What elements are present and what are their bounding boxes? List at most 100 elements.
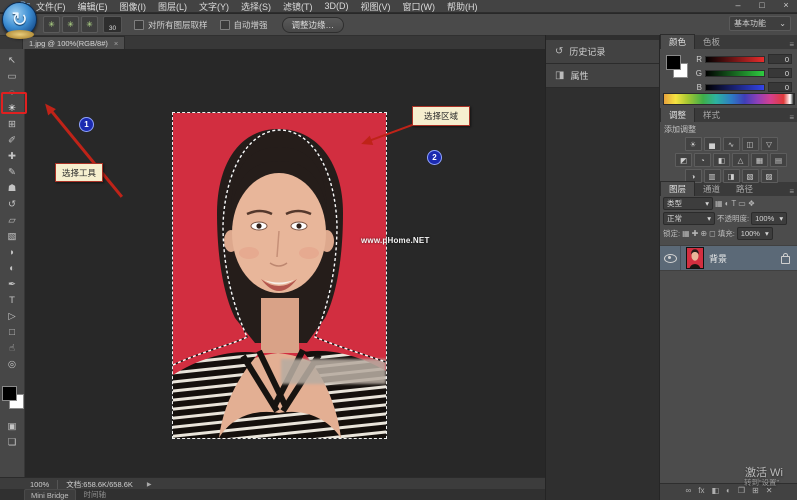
type-tool[interactable]: T [3, 292, 22, 308]
lock-transparency-icon[interactable]: ▦ [682, 229, 690, 238]
blue-slider[interactable] [705, 83, 765, 91]
healing-brush-tool[interactable]: ✚ [3, 148, 22, 164]
adjustment-layer-icon[interactable]: ◐ [726, 486, 731, 495]
hue-saturation-icon[interactable]: ◩ [675, 153, 692, 167]
eyedropper-tool[interactable]: ✐ [3, 132, 22, 148]
tab-layers[interactable]: 图层 [660, 181, 696, 196]
gradient-map-icon[interactable]: ▧ [741, 169, 759, 183]
pen-tool[interactable]: ✒ [3, 276, 22, 292]
tab-swatches[interactable]: 色板 [695, 35, 728, 49]
timeline-button[interactable]: 时间轴 [84, 489, 107, 500]
panel-menu-icon[interactable]: ≡ [789, 113, 797, 122]
filter-type-icon[interactable]: T [731, 199, 736, 208]
layer-mask-icon[interactable]: ◧ [711, 486, 719, 495]
foreground-color-swatch[interactable] [2, 386, 17, 401]
path-selection-tool[interactable]: ▷ [3, 308, 22, 324]
exposure-icon[interactable]: ◫ [741, 137, 759, 151]
background-layer-row[interactable]: 背景 [660, 245, 797, 271]
curves-icon[interactable]: ∿ [722, 137, 740, 151]
photo-document[interactable] [172, 112, 387, 439]
black-white-icon[interactable]: ◧ [713, 153, 730, 167]
filter-kind-dropdown[interactable]: 类型 ▾ [663, 197, 713, 210]
layer-visibility-toggle[interactable] [660, 246, 681, 270]
menu-image[interactable]: 图像(I) [114, 0, 153, 13]
foreground-color-swatch-panel[interactable] [666, 55, 681, 70]
sample-all-layers-checkbox[interactable] [134, 19, 144, 30]
channel-mixer-icon[interactable]: ▦ [751, 153, 768, 167]
photo-filter-icon[interactable]: △ [732, 153, 749, 167]
menu-type[interactable]: 文字(Y) [193, 0, 235, 13]
history-brush-tool[interactable]: ↺ [3, 196, 22, 212]
tab-color[interactable]: 颜色 [660, 34, 696, 49]
filter-smart-object-icon[interactable]: ❖ [748, 199, 755, 208]
lock-pixels-icon[interactable]: ✚ [692, 229, 699, 238]
posterize-icon[interactable]: ▥ [703, 169, 721, 183]
blur-tool[interactable]: ◗ [3, 244, 22, 260]
screen-mode-button[interactable]: ❏ [3, 434, 22, 450]
menu-window[interactable]: 窗口(W) [397, 0, 442, 13]
color-spectrum-bar[interactable] [663, 93, 795, 105]
red-slider[interactable] [705, 55, 765, 63]
zoom-level-field[interactable]: 100% [30, 480, 49, 489]
hand-tool[interactable]: ☝ [3, 340, 22, 356]
eraser-tool[interactable]: ▱ [3, 212, 22, 228]
tab-adjustments[interactable]: 调整 [660, 107, 696, 122]
minimize-button[interactable]: – [731, 0, 745, 10]
menu-select[interactable]: 选择(S) [235, 0, 277, 13]
panel-menu-icon[interactable]: ≡ [789, 187, 797, 196]
blend-mode-dropdown[interactable]: 正常 ▾ [663, 212, 715, 225]
mini-bridge-button[interactable]: Mini Bridge [24, 489, 76, 500]
filter-pixel-icon[interactable]: ▦ [715, 199, 723, 208]
refine-edge-button[interactable]: 调整边缘… [281, 16, 345, 33]
dodge-tool[interactable]: ◐ [3, 260, 22, 276]
brush-tool[interactable]: ✎ [3, 164, 22, 180]
color-lookup-icon[interactable]: ▤ [770, 153, 787, 167]
brightness-contrast-icon[interactable]: ☀ [684, 137, 702, 151]
selective-color-icon[interactable]: ▨ [760, 169, 778, 183]
lock-all-icon[interactable]: ◻ [709, 229, 716, 238]
workspace-switcher[interactable]: 基本功能 ⌄ [729, 16, 791, 31]
opacity-field[interactable]: 100% ▾ [751, 212, 788, 225]
green-slider[interactable] [705, 69, 765, 77]
fill-field[interactable]: 100% ▾ [736, 227, 773, 240]
levels-icon[interactable]: ▅ [703, 137, 721, 151]
red-value[interactable]: 0 [768, 54, 792, 64]
color-balance-icon[interactable]: ◔ [694, 153, 711, 167]
panel-menu-icon[interactable]: ≡ [789, 40, 797, 49]
marquee-tool[interactable]: ▭ [3, 68, 22, 84]
layer-style-icon[interactable]: fx [698, 486, 704, 495]
zoom-tool[interactable]: ◎ [3, 356, 22, 372]
layer-thumbnail[interactable] [686, 247, 704, 269]
filter-shape-icon[interactable]: ▭ [738, 199, 746, 208]
maximize-button[interactable]: □ [755, 0, 769, 10]
properties-panel-button[interactable]: ◨ 属性 [546, 64, 660, 88]
gradient-tool[interactable]: ▧ [3, 228, 22, 244]
menu-3d[interactable]: 3D(D) [319, 1, 355, 11]
quick-mask-button[interactable]: ▣ [3, 418, 22, 434]
menu-help[interactable]: 帮助(H) [441, 0, 484, 13]
move-tool[interactable]: ↖ [3, 52, 22, 68]
link-layers-icon[interactable]: ∞ [686, 486, 692, 495]
clone-stamp-tool[interactable]: ☗ [3, 180, 22, 196]
tab-channels[interactable]: 通道 [695, 182, 728, 196]
vibrance-icon[interactable]: ▽ [760, 137, 778, 151]
crop-tool[interactable]: ⊞ [3, 116, 22, 132]
tab-styles[interactable]: 样式 [695, 108, 728, 122]
menu-view[interactable]: 视图(V) [355, 0, 397, 13]
tab-paths[interactable]: 路径 [728, 182, 761, 196]
history-panel-button[interactable]: ↺ 历史记录 [546, 40, 660, 64]
blue-value[interactable]: 0 [768, 82, 792, 92]
filter-adjustment-icon[interactable]: ◐ [725, 199, 730, 208]
menu-layer[interactable]: 图层(L) [152, 0, 193, 13]
close-button[interactable]: × [779, 0, 793, 10]
status-options-icon[interactable]: ▶ [147, 481, 152, 488]
lock-position-icon[interactable]: ⊕ [700, 229, 707, 238]
threshold-icon[interactable]: ◨ [722, 169, 740, 183]
green-value[interactable]: 0 [768, 68, 792, 78]
menu-filter[interactable]: 滤镜(T) [277, 0, 319, 13]
wand-subtract-icon[interactable]: ✳ [81, 16, 98, 33]
tab-close-icon[interactable]: × [114, 39, 118, 48]
wand-add-icon[interactable]: ✳ [62, 16, 79, 33]
wand-preset-icon[interactable]: ✳ [43, 16, 60, 33]
shape-tool[interactable]: □ [3, 324, 22, 340]
